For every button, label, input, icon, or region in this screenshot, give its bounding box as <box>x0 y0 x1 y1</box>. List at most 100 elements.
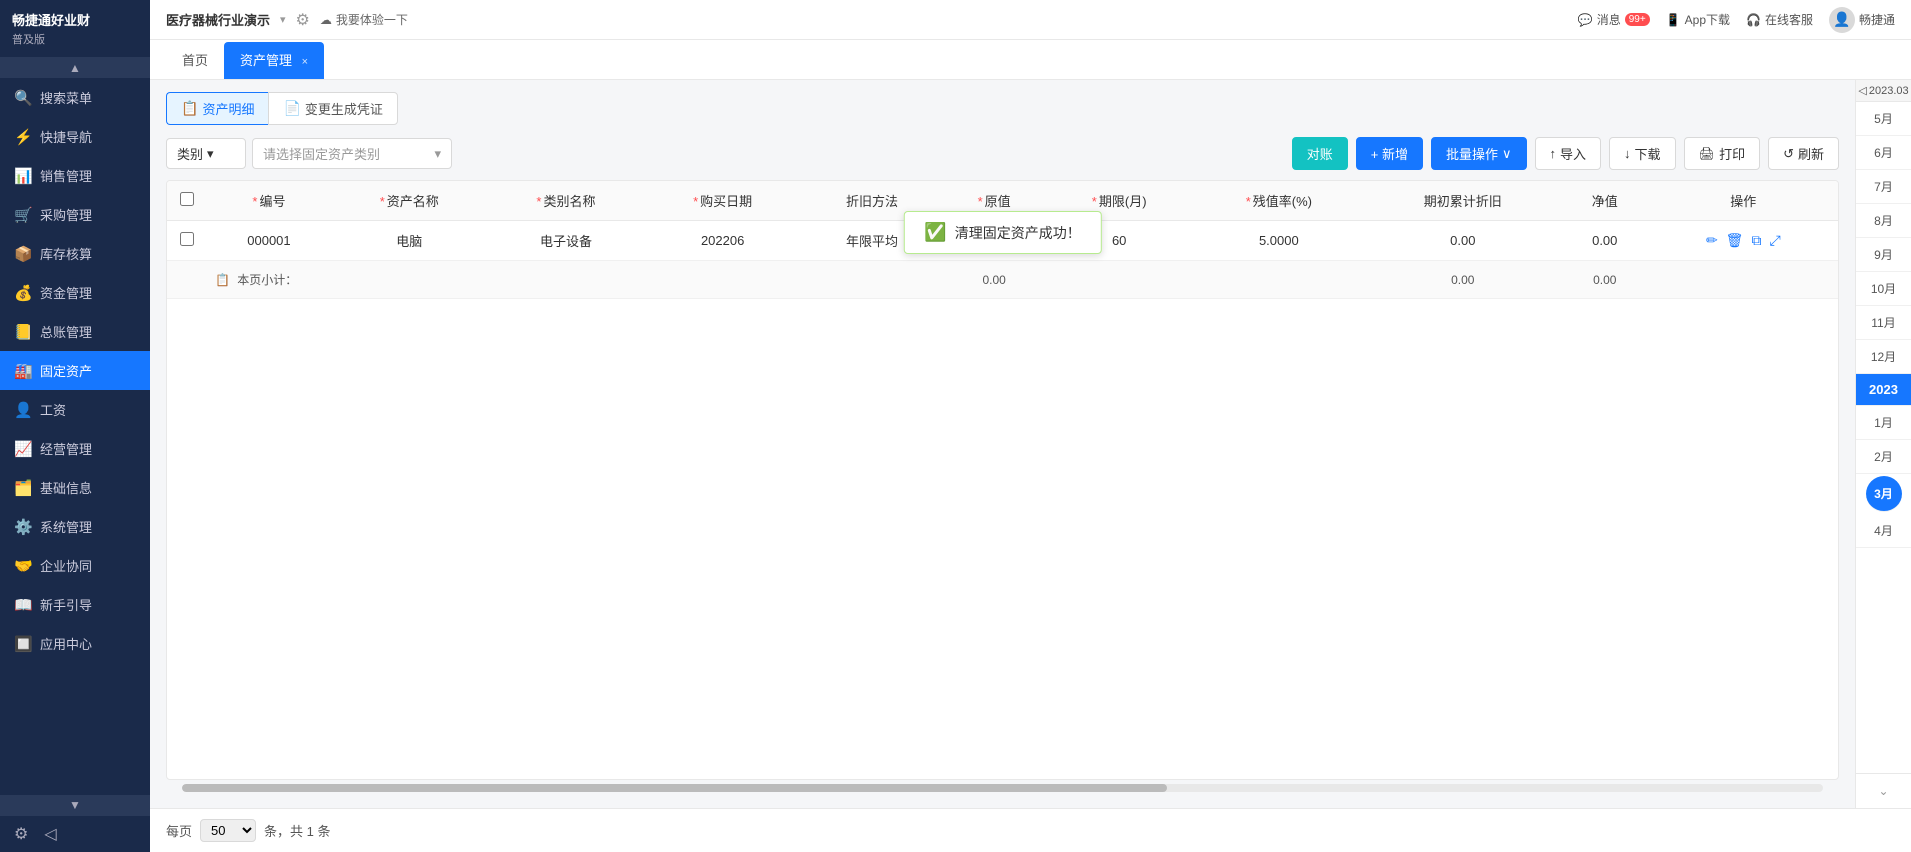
import-button[interactable]: ↑ 导入 <box>1535 137 1602 170</box>
calendar-header-label: 2023.03 <box>1869 85 1909 97</box>
tab-close-icon[interactable]: × <box>302 56 308 68</box>
payroll-icon: 👤 <box>14 401 32 419</box>
purchase-icon: 🛒 <box>14 206 32 224</box>
calendar-month-4[interactable]: 4月 <box>1856 514 1911 548</box>
category-select[interactable]: 类别 ▾ <box>166 138 246 169</box>
header-residual-rate: *残值率(%) <box>1193 181 1365 221</box>
app-subtitle: 普及版 <box>12 31 138 47</box>
calendar-month-9[interactable]: 9月 <box>1856 238 1911 272</box>
copy-icon[interactable]: ⧉ <box>1751 232 1761 249</box>
sub-tabs: 📋 资产明细 📄 变更生成凭证 <box>166 92 1839 125</box>
print-icon: 🖨 <box>1699 146 1716 162</box>
collapse-icon[interactable]: ◁ <box>44 824 56 844</box>
calendar-year-2023[interactable]: 2023 <box>1856 374 1911 406</box>
sidebar-item-basic-info[interactable]: 🗂️ 基础信息 <box>0 468 150 507</box>
sidebar-item-sales[interactable]: 📊 销售管理 <box>0 156 150 195</box>
subtotal-initial-dep: 0.00 <box>1365 261 1561 299</box>
per-page-label: 每页 <box>166 821 192 840</box>
subtotal-original: 0.00 <box>943 261 1045 299</box>
sidebar-item-funds[interactable]: 💰 资金管理 <box>0 273 150 312</box>
sidebar-scroll-up[interactable]: ▲ <box>0 58 150 78</box>
calendar-toggle-icon[interactable]: ◁ <box>1858 84 1866 97</box>
quick-nav-icon: ⚡ <box>14 128 32 146</box>
scroll-bar[interactable] <box>182 784 1823 792</box>
sidebar-item-enterprise[interactable]: 🤝 企业协同 <box>0 546 150 585</box>
batch-button[interactable]: 批量操作 ∨ <box>1431 137 1527 170</box>
guide-icon: 📖 <box>14 596 32 614</box>
scroll-bar-container <box>166 780 1839 796</box>
delete-icon[interactable]: 🗑 <box>1726 232 1744 249</box>
asset-table-container: *编号 *资产名称 *类别名称 *购买日期 折旧方法 *原值 *期限(月) *残… <box>166 180 1839 780</box>
total-label: 条，共 1 条 <box>264 821 330 840</box>
settings-icon[interactable]: ⚙ <box>14 824 28 844</box>
voucher-icon: 📄 <box>283 100 300 117</box>
calendar-month-2[interactable]: 2月 <box>1856 440 1911 474</box>
experience-button[interactable]: ☁ 我要体验一下 <box>320 11 408 28</box>
sidebar-item-label: 工资 <box>40 400 66 419</box>
sidebar-item-purchase[interactable]: 🛒 采购管理 <box>0 195 150 234</box>
sidebar-item-guide[interactable]: 📖 新手引导 <box>0 585 150 624</box>
row-net-value: 0.00 <box>1561 221 1649 261</box>
company-dropdown[interactable]: ▾ <box>280 13 286 26</box>
tab-asset-manage[interactable]: 资产管理 × <box>224 42 324 79</box>
import-icon: ↑ <box>1550 146 1557 161</box>
refresh-button[interactable]: ↺ 刷新 <box>1768 137 1839 170</box>
calendar-month-12[interactable]: 12月 <box>1856 340 1911 374</box>
filter-group: 类别 ▾ 请选择固定资产类别 ▾ <box>166 138 452 169</box>
app-download-button[interactable]: 📱 App下载 <box>1666 11 1730 28</box>
page-size-select[interactable]: 50 20 100 <box>200 819 256 842</box>
sales-icon: 📊 <box>14 167 32 185</box>
row-checkbox[interactable] <box>180 232 194 246</box>
calendar-month-5[interactable]: 5月 <box>1856 102 1911 136</box>
sub-tab-voucher-generate[interactable]: 📄 变更生成凭证 <box>268 92 397 125</box>
sidebar-item-operations[interactable]: 📈 经营管理 <box>0 429 150 468</box>
calendar-month-1[interactable]: 1月 <box>1856 406 1911 440</box>
download-button[interactable]: ↓ 下载 <box>1609 137 1676 170</box>
sidebar-item-quick-nav[interactable]: ⚡ 快捷导航 <box>0 117 150 156</box>
calendar-nav-down[interactable]: ⌄ <box>1874 780 1892 802</box>
sidebar-item-payroll[interactable]: 👤 工资 <box>0 390 150 429</box>
message-button[interactable]: 💬 消息 99+ <box>1578 11 1650 28</box>
category-dropdown[interactable]: 请选择固定资产类别 ▾ <box>252 138 452 169</box>
sidebar-item-label: 采购管理 <box>40 205 92 224</box>
edit-icon[interactable]: ✏ <box>1706 232 1718 249</box>
sidebar-item-ledger[interactable]: 📒 总账管理 <box>0 312 150 351</box>
sidebar: 畅捷通好业财 普及版 ▲ 🔍 搜索菜单 ⚡ 快捷导航 📊 销售管理 🛒 采购管理… <box>0 0 150 852</box>
more-icon[interactable]: ⤢ <box>1769 232 1780 249</box>
pagination-bar: 每页 50 20 100 条，共 1 条 <box>150 808 1911 852</box>
sub-tab-asset-detail[interactable]: 📋 资产明细 <box>166 92 268 125</box>
header-settings-icon[interactable]: ⚙ <box>296 10 310 30</box>
select-all-checkbox[interactable] <box>180 192 194 206</box>
account-button[interactable]: 对账 <box>1292 137 1348 170</box>
calendar-month-10[interactable]: 10月 <box>1856 272 1911 306</box>
calendar-month-6[interactable]: 6月 <box>1856 136 1911 170</box>
sidebar-item-search[interactable]: 🔍 搜索菜单 <box>0 78 150 117</box>
online-service-button[interactable]: 🎧 在线客服 <box>1746 11 1813 28</box>
calendar-month-11[interactable]: 11月 <box>1856 306 1911 340</box>
sidebar-item-label: 系统管理 <box>40 517 92 536</box>
sidebar-item-fixed-assets[interactable]: 🏭 固定资产 <box>0 351 150 390</box>
sidebar-item-label: 库存核算 <box>40 244 92 263</box>
toolbar-left: 类别 ▾ 请选择固定资产类别 ▾ <box>166 138 452 169</box>
top-header: 医疗器械行业演示 ▾ ⚙ ☁ 我要体验一下 💬 消息 99+ 📱 App下载 🎧… <box>150 0 1911 40</box>
user-profile[interactable]: 👤 畅捷通 <box>1829 7 1895 33</box>
print-button[interactable]: 🖨 打印 <box>1684 137 1761 170</box>
enterprise-icon: 🤝 <box>14 557 32 575</box>
sidebar-item-app-center[interactable]: 🔲 应用中心 <box>0 624 150 663</box>
sidebar-item-inventory[interactable]: 📦 库存核算 <box>0 234 150 273</box>
user-avatar: 👤 <box>1829 7 1855 33</box>
subtotal-label: 📋 本页小计： <box>207 261 801 299</box>
row-name: 电脑 <box>331 221 488 261</box>
sidebar-item-label: 企业协同 <box>40 556 92 575</box>
tab-home[interactable]: 首页 <box>166 42 224 79</box>
sidebar-item-sys-manage[interactable]: ⚙️ 系统管理 <box>0 507 150 546</box>
header-category: *类别名称 <box>488 181 645 221</box>
new-button[interactable]: + 新增 <box>1356 137 1423 170</box>
app-download-icon: 📱 <box>1666 13 1681 27</box>
sidebar-scroll-down[interactable]: ▼ <box>0 795 150 815</box>
message-badge: 99+ <box>1625 13 1650 26</box>
calendar-month-8[interactable]: 8月 <box>1856 204 1911 238</box>
header-purchase-date: *购买日期 <box>644 181 801 221</box>
calendar-month-current[interactable]: 3月 <box>1866 476 1902 512</box>
calendar-month-7[interactable]: 7月 <box>1856 170 1911 204</box>
